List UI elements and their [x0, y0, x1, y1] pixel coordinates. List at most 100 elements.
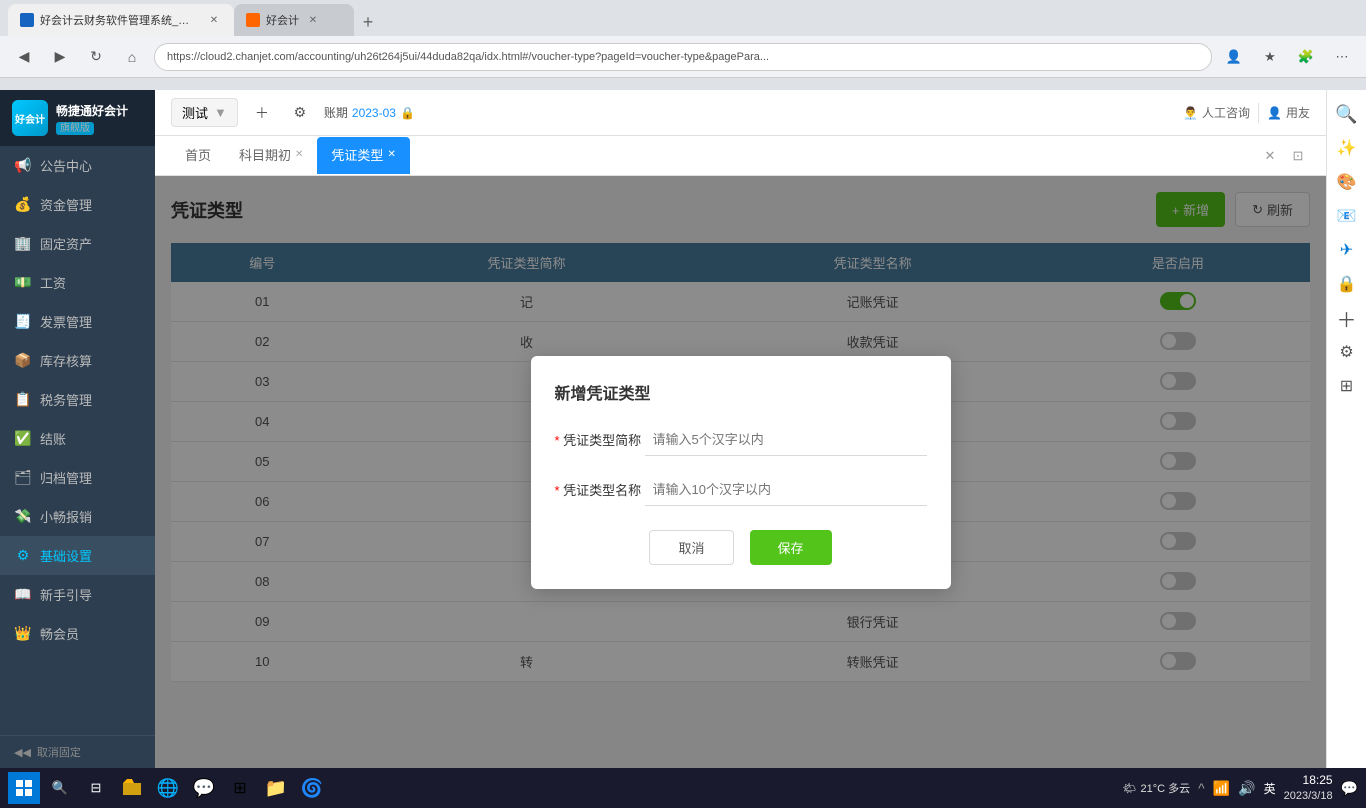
sidebar-label-tax: 税务管理 — [40, 390, 92, 409]
tab-voucher-type[interactable]: 凭证类型 ✕ — [317, 137, 409, 174]
rp-grid[interactable]: ⊞ — [1331, 370, 1363, 402]
new-tab-button[interactable]: + — [354, 8, 382, 36]
taskbar-right: 🌤 21°C 多云 ^ 📶 🔊 英 18:25 2023/3/18 💬 — [1123, 772, 1358, 804]
sidebar-item-checkout[interactable]: ✅ 结账 — [0, 419, 155, 458]
sidebar-label-member: 畅会员 — [40, 624, 79, 643]
logo-text: 畅捷通好会计 旗舰版 — [56, 102, 128, 134]
sidebar-label-fixed: 固定资产 — [40, 234, 92, 253]
tab-fullscreen-button[interactable]: ⊡ — [1286, 144, 1310, 168]
tab-2[interactable]: 好会计 ✕ — [234, 4, 354, 36]
page-content: 凭证类型 + 新增 ↻ 刷新 编号 凭证类型简称 凭证类型名称 是否启用 — [155, 176, 1326, 768]
tabs-expand: ✕ ⊡ — [1258, 144, 1310, 168]
tab-home[interactable]: 首页 — [171, 137, 225, 174]
sidebar-item-inventory[interactable]: 📦 库存核算 — [0, 341, 155, 380]
start-button[interactable] — [8, 772, 40, 804]
tab-voucher-close[interactable]: ✕ — [387, 149, 395, 160]
sidebar-label-settings: 基础设置 — [40, 546, 92, 565]
folder-taskbar[interactable]: 📁 — [260, 772, 292, 804]
rp-star[interactable]: ✨ — [1331, 132, 1363, 164]
sidebar-item-fixed[interactable]: 🏢 固定资产 — [0, 224, 155, 263]
name-input[interactable] — [645, 474, 927, 506]
browser-favorites[interactable]: ★ — [1256, 43, 1284, 71]
user-label: 用友 — [1286, 104, 1310, 121]
tab-collapse-button[interactable]: ✕ — [1258, 144, 1282, 168]
wechat-taskbar[interactable]: 💬 — [188, 772, 220, 804]
sidebar-item-guide[interactable]: 📖 新手引导 — [0, 575, 155, 614]
taskbar: 🔍 ⊟ 🌐 💬 ⊞ 📁 🌀 🌤 21°C 多云 ^ 📶 🔊 英 18:25 20… — [0, 768, 1366, 808]
browser-profile[interactable]: 👤 — [1220, 43, 1248, 71]
rp-add[interactable]: ＋ — [1331, 302, 1363, 334]
sidebar-label-checkout: 结账 — [40, 429, 66, 448]
salary-icon: 💵 — [14, 274, 32, 292]
sidebar-label-invoice: 发票管理 — [40, 312, 92, 331]
rp-search[interactable]: 🔍 — [1331, 98, 1363, 130]
explorer-taskbar[interactable] — [116, 772, 148, 804]
tab-subject-close[interactable]: ✕ — [295, 149, 303, 160]
rp-outlook[interactable]: 📧 — [1331, 200, 1363, 232]
period-lock-icon: 🔒 — [400, 106, 415, 120]
header-settings-button[interactable]: ⚙ — [286, 99, 314, 127]
sidebar-item-settings[interactable]: ⚙ 基础设置 — [0, 536, 155, 575]
sidebar-item-salary[interactable]: 💵 工资 — [0, 263, 155, 302]
sidebar-item-member[interactable]: 👑 畅会员 — [0, 614, 155, 653]
logo-badge: 旗舰版 — [56, 122, 94, 135]
sidebar: 好会计 畅捷通好会计 旗舰版 📢 公告中心 💰 资金管理 🏢 固定资产 💵 工资 — [0, 90, 155, 768]
sidebar-item-tax[interactable]: 📋 税务管理 — [0, 380, 155, 419]
short-input[interactable] — [645, 424, 927, 456]
fixed-icon: 🏢 — [14, 235, 32, 253]
taskview-taskbar[interactable]: ⊟ — [80, 772, 112, 804]
chrome-taskbar[interactable]: 🌐 — [152, 772, 184, 804]
short-label: 凭证类型简称 — [555, 430, 645, 449]
browser-controls: ◀ ▶ ↻ ⌂ https://cloud2.chanjet.com/accou… — [0, 36, 1366, 78]
period-info: 账期 2023-03 🔒 — [324, 104, 415, 121]
refresh-button[interactable]: ↻ — [82, 43, 110, 71]
sidebar-label-salary: 工资 — [40, 273, 66, 292]
sidebar-item-expense[interactable]: 💸 小畅报销 — [0, 497, 155, 536]
consultant-button[interactable]: 👨‍💼 人工咨询 — [1183, 104, 1250, 121]
edge-taskbar[interactable]: 🌀 — [296, 772, 328, 804]
dropdown-icon: ▼ — [214, 105, 227, 120]
header-add-button[interactable]: ＋ — [248, 99, 276, 127]
consultant-label: 人工咨询 — [1202, 104, 1250, 121]
rp-settings[interactable]: ⚙ — [1331, 336, 1363, 368]
address-bar[interactable]: https://cloud2.chanjet.com/accounting/uh… — [154, 43, 1212, 71]
sidebar-item-notice[interactable]: 📢 公告中心 — [0, 146, 155, 185]
tax-icon: 📋 — [14, 391, 32, 409]
period-label: 账期 — [324, 104, 348, 121]
modal-overlay: 新增凭证类型 凭证类型简称 凭证类型名称 取消 保存 — [155, 176, 1326, 768]
back-button[interactable]: ◀ — [10, 43, 38, 71]
right-panel: 🔍 ✨ 🎨 📧 ✈ 🔒 ＋ ⚙ ⊞ — [1326, 90, 1366, 768]
rp-edge[interactable]: ✈ — [1331, 234, 1363, 266]
sidebar-label-expense: 小畅报销 — [40, 507, 92, 526]
forward-button[interactable]: ▶ — [46, 43, 74, 71]
company-selector[interactable]: 测试 ▼ — [171, 98, 238, 127]
tab-favicon-2 — [246, 13, 260, 27]
rp-palette[interactable]: 🎨 — [1331, 166, 1363, 198]
search-taskbar[interactable]: 🔍 — [44, 772, 76, 804]
browser-more[interactable]: ⋯ — [1328, 43, 1356, 71]
sidebar-label-inventory: 库存核算 — [40, 351, 92, 370]
sidebar-item-archive[interactable]: 🗂 归档管理 — [0, 458, 155, 497]
sidebar-footer[interactable]: ◀◀ 取消固定 — [0, 735, 155, 768]
language: 英 — [1264, 780, 1276, 797]
sidebar-item-invoice[interactable]: 🧾 发票管理 — [0, 302, 155, 341]
save-button[interactable]: 保存 — [750, 530, 832, 565]
notification-icon[interactable]: 💬 — [1341, 780, 1358, 797]
tab-subject[interactable]: 科目期初 ✕ — [225, 137, 317, 174]
user-button[interactable]: 👤 用友 — [1267, 104, 1310, 121]
browser-extensions[interactable]: 🧩 — [1292, 43, 1320, 71]
app-header: 测试 ▼ ＋ ⚙ 账期 2023-03 🔒 👨‍💼 人工咨询 👤 用友 — [155, 90, 1326, 136]
tab-close-1[interactable]: ✕ — [206, 12, 222, 28]
sidebar-item-capital[interactable]: 💰 资金管理 — [0, 185, 155, 224]
tab-1[interactable]: 好会计云财务软件管理系统_会计 ✕ — [8, 4, 234, 36]
apps-taskbar[interactable]: ⊞ — [224, 772, 256, 804]
tab-voucher-label: 凭证类型 — [331, 145, 383, 164]
time-display: 18:25 2023/3/18 — [1284, 772, 1333, 804]
main-content: 测试 ▼ ＋ ⚙ 账期 2023-03 🔒 👨‍💼 人工咨询 👤 用友 — [155, 90, 1326, 768]
period-value: 2023-03 — [352, 106, 396, 120]
cancel-button[interactable]: 取消 — [649, 530, 733, 565]
rp-teams[interactable]: 🔒 — [1331, 268, 1363, 300]
tab-close-2[interactable]: ✕ — [305, 12, 321, 28]
home-button[interactable]: ⌂ — [118, 43, 146, 71]
tab-bar: 好会计云财务软件管理系统_会计 ✕ 好会计 ✕ + — [0, 0, 1366, 36]
